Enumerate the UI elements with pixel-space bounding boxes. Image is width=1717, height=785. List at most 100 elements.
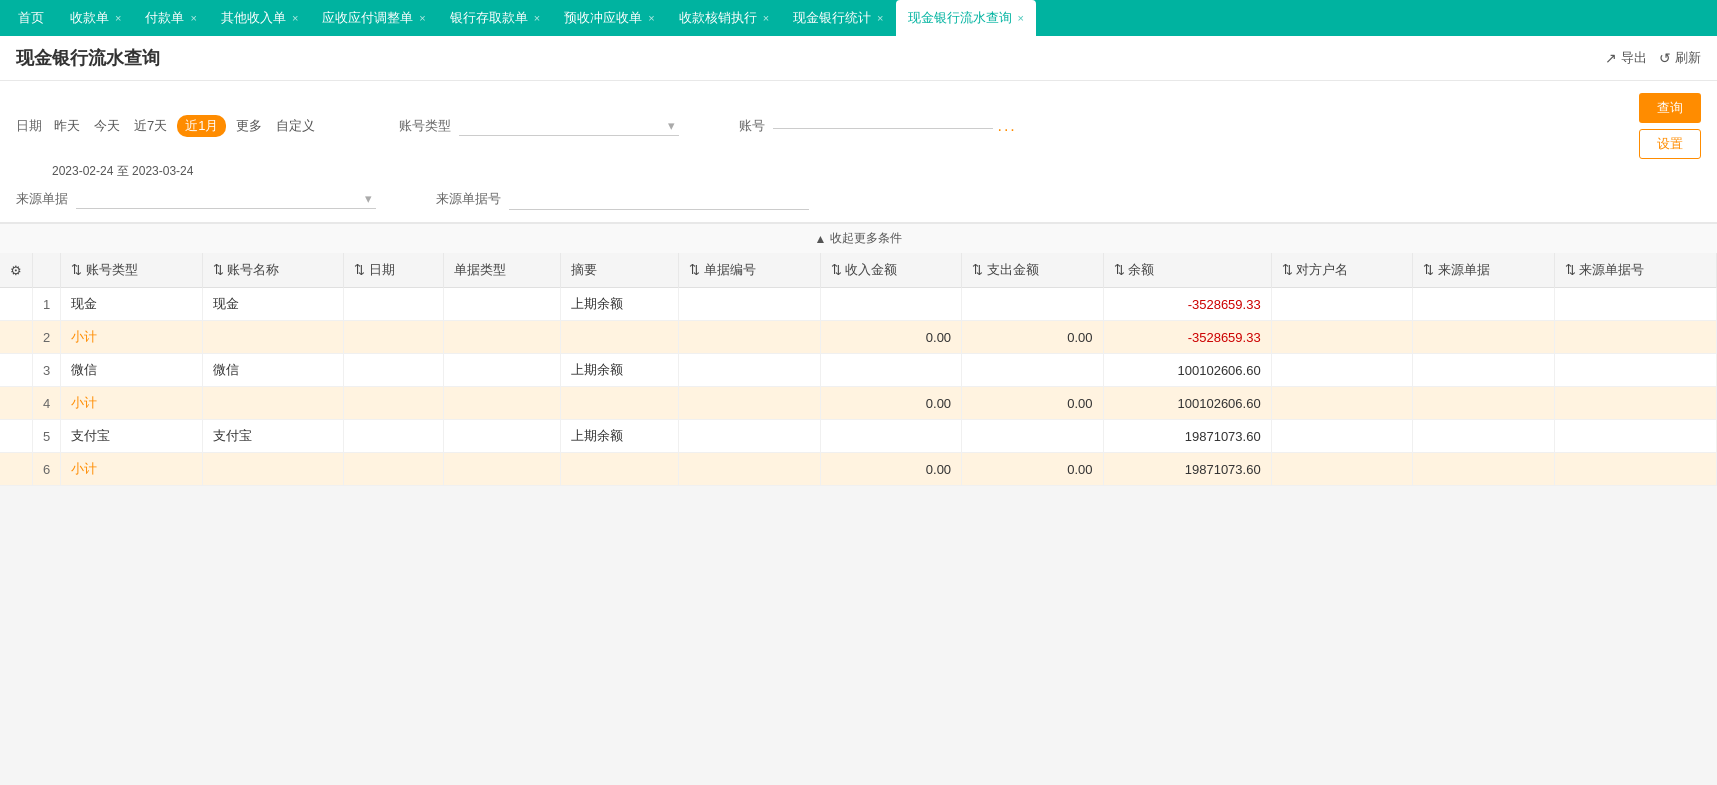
row-date — [344, 420, 443, 453]
date-option-自定义[interactable]: 自定义 — [272, 115, 319, 137]
nav-tab-收款核销执行[interactable]: 收款核销执行× — [667, 0, 781, 36]
nav-tab-应收应付调整单[interactable]: 应收应付调整单× — [310, 0, 437, 36]
row-acct-type: 小计 — [61, 387, 202, 420]
col-header-counterpart[interactable]: ⇅ 对方户名 — [1271, 253, 1412, 288]
row-expense: 0.00 — [962, 321, 1103, 354]
top-nav: 首页 收款单×付款单×其他收入单×应收应付调整单×银行存取款单×预收冲应收单×收… — [0, 0, 1717, 36]
col-header-src_voucher[interactable]: ⇅ 来源单据 — [1413, 253, 1554, 288]
nav-tab-预收冲应收单[interactable]: 预收冲应收单× — [552, 0, 666, 36]
row-counterpart — [1271, 387, 1412, 420]
row-expense: 0.00 — [962, 453, 1103, 486]
date-range-text: 2023-02-24 至 2023-03-24 — [52, 164, 193, 178]
row-gear — [0, 387, 33, 420]
data-table: ⚙⇅ 账号类型⇅ 账号名称⇅ 日期单据类型摘要⇅ 单据编号⇅ 收入金额⇅ 支出金… — [0, 253, 1717, 486]
account-no-select[interactable] — [773, 124, 993, 129]
row-seq: 1 — [33, 288, 61, 321]
tab-close-icon[interactable]: × — [190, 0, 196, 36]
date-label: 日期 — [16, 117, 42, 135]
col-header-acct_type[interactable]: ⇅ 账号类型 — [61, 253, 202, 288]
tab-label: 预收冲应收单 — [564, 0, 642, 36]
source-voucher-no-filter: 来源单据号 — [436, 188, 809, 210]
date-option-昨天[interactable]: 昨天 — [50, 115, 84, 137]
date-option-更多[interactable]: 更多 — [232, 115, 266, 137]
row-src-voucher — [1413, 387, 1554, 420]
row-seq: 6 — [33, 453, 61, 486]
date-option-近7天[interactable]: 近7天 — [130, 115, 171, 137]
tab-close-icon[interactable]: × — [648, 0, 654, 36]
col-label: ⇅ 对方户名 — [1282, 262, 1349, 277]
page-title: 现金银行流水查询 — [16, 46, 160, 70]
row-seq: 4 — [33, 387, 61, 420]
row-voucher-no — [679, 420, 820, 453]
table-row: 5支付宝支付宝上期余额19871073.60 — [0, 420, 1717, 453]
nav-tab-其他收入单[interactable]: 其他收入单× — [209, 0, 310, 36]
source-voucher-select[interactable]: ▾ — [76, 189, 376, 209]
tab-close-icon[interactable]: × — [115, 0, 121, 36]
source-voucher-filter: 来源单据 ▾ — [16, 189, 376, 209]
date-option-今天[interactable]: 今天 — [90, 115, 124, 137]
col-header-balance[interactable]: ⇅ 余额 — [1103, 253, 1271, 288]
row-acct-type: 微信 — [61, 354, 202, 387]
row-voucher-type — [443, 288, 561, 321]
row-acct-name — [202, 321, 343, 354]
col-header-date[interactable]: ⇅ 日期 — [344, 253, 443, 288]
right-buttons: 查询 设置 — [1639, 93, 1701, 159]
col-header-voucher_no[interactable]: ⇅ 单据编号 — [679, 253, 820, 288]
row-balance: -3528659.33 — [1103, 321, 1271, 354]
account-no-more-btn[interactable]: ... — [997, 117, 1016, 135]
col-header-src_voucher_no[interactable]: ⇅ 来源单据号 — [1554, 253, 1716, 288]
col-label: ⇅ 账号类型 — [71, 262, 138, 277]
tab-close-icon[interactable]: × — [534, 0, 540, 36]
col-header-expense[interactable]: ⇅ 支出金额 — [962, 253, 1103, 288]
tab-close-icon[interactable]: × — [763, 0, 769, 36]
tab-close-icon[interactable]: × — [419, 0, 425, 36]
tab-label: 银行存取款单 — [450, 0, 528, 36]
row-acct-name: 支付宝 — [202, 420, 343, 453]
row-counterpart — [1271, 288, 1412, 321]
row-acct-type: 小计 — [61, 453, 202, 486]
gear-icon[interactable]: ⚙ — [10, 263, 22, 278]
collapse-bar[interactable]: ▲ 收起更多条件 — [0, 223, 1717, 253]
account-type-label: 账号类型 — [399, 117, 451, 135]
settings-button[interactable]: 设置 — [1639, 129, 1701, 159]
nav-tab-付款单[interactable]: 付款单× — [133, 0, 208, 36]
tab-close-icon[interactable]: × — [292, 0, 298, 36]
row-expense — [962, 354, 1103, 387]
tab-close-icon[interactable]: × — [1018, 0, 1024, 36]
date-option-近1月[interactable]: 近1月 — [177, 115, 226, 137]
row-src-voucher — [1413, 354, 1554, 387]
table-row: 3微信微信上期余额100102606.60 — [0, 354, 1717, 387]
row-date — [344, 453, 443, 486]
row-date — [344, 288, 443, 321]
date-options: 昨天今天近7天近1月更多自定义 — [50, 115, 319, 137]
nav-tab-现金银行统计[interactable]: 现金银行统计× — [781, 0, 895, 36]
row-income — [820, 354, 961, 387]
col-label: ⇅ 来源单据号 — [1565, 262, 1645, 277]
row-counterpart — [1271, 420, 1412, 453]
col-label: ⇅ 余额 — [1114, 262, 1155, 277]
col-header-income[interactable]: ⇅ 收入金额 — [820, 253, 961, 288]
row-seq: 2 — [33, 321, 61, 354]
row-income: 0.00 — [820, 321, 961, 354]
source-voucher-no-input[interactable] — [509, 188, 809, 210]
col-header-gear: ⚙ — [0, 253, 33, 288]
nav-tab-银行存取款单[interactable]: 银行存取款单× — [438, 0, 552, 36]
row-summary — [561, 453, 679, 486]
col-header-acct_name[interactable]: ⇅ 账号名称 — [202, 253, 343, 288]
row-gear — [0, 321, 33, 354]
row-gear — [0, 420, 33, 453]
export-button[interactable]: ↗ 导出 — [1605, 49, 1647, 67]
col-label: ⇅ 支出金额 — [972, 262, 1039, 277]
tab-label: 付款单 — [145, 0, 184, 36]
query-button[interactable]: 查询 — [1639, 93, 1701, 123]
account-type-select[interactable]: ▾ — [459, 116, 679, 136]
row-acct-type: 小计 — [61, 321, 202, 354]
table-body: 1现金现金上期余额-3528659.332小计0.000.00-3528659.… — [0, 288, 1717, 486]
nav-tab-现金银行流水查询[interactable]: 现金银行流水查询× — [896, 0, 1036, 36]
nav-tab-收款单[interactable]: 收款单× — [58, 0, 133, 36]
source-voucher-no-label: 来源单据号 — [436, 190, 501, 208]
row-balance: 100102606.60 — [1103, 354, 1271, 387]
tab-close-icon[interactable]: × — [877, 0, 883, 36]
refresh-button[interactable]: ↺ 刷新 — [1659, 49, 1701, 67]
nav-home[interactable]: 首页 — [4, 0, 58, 36]
